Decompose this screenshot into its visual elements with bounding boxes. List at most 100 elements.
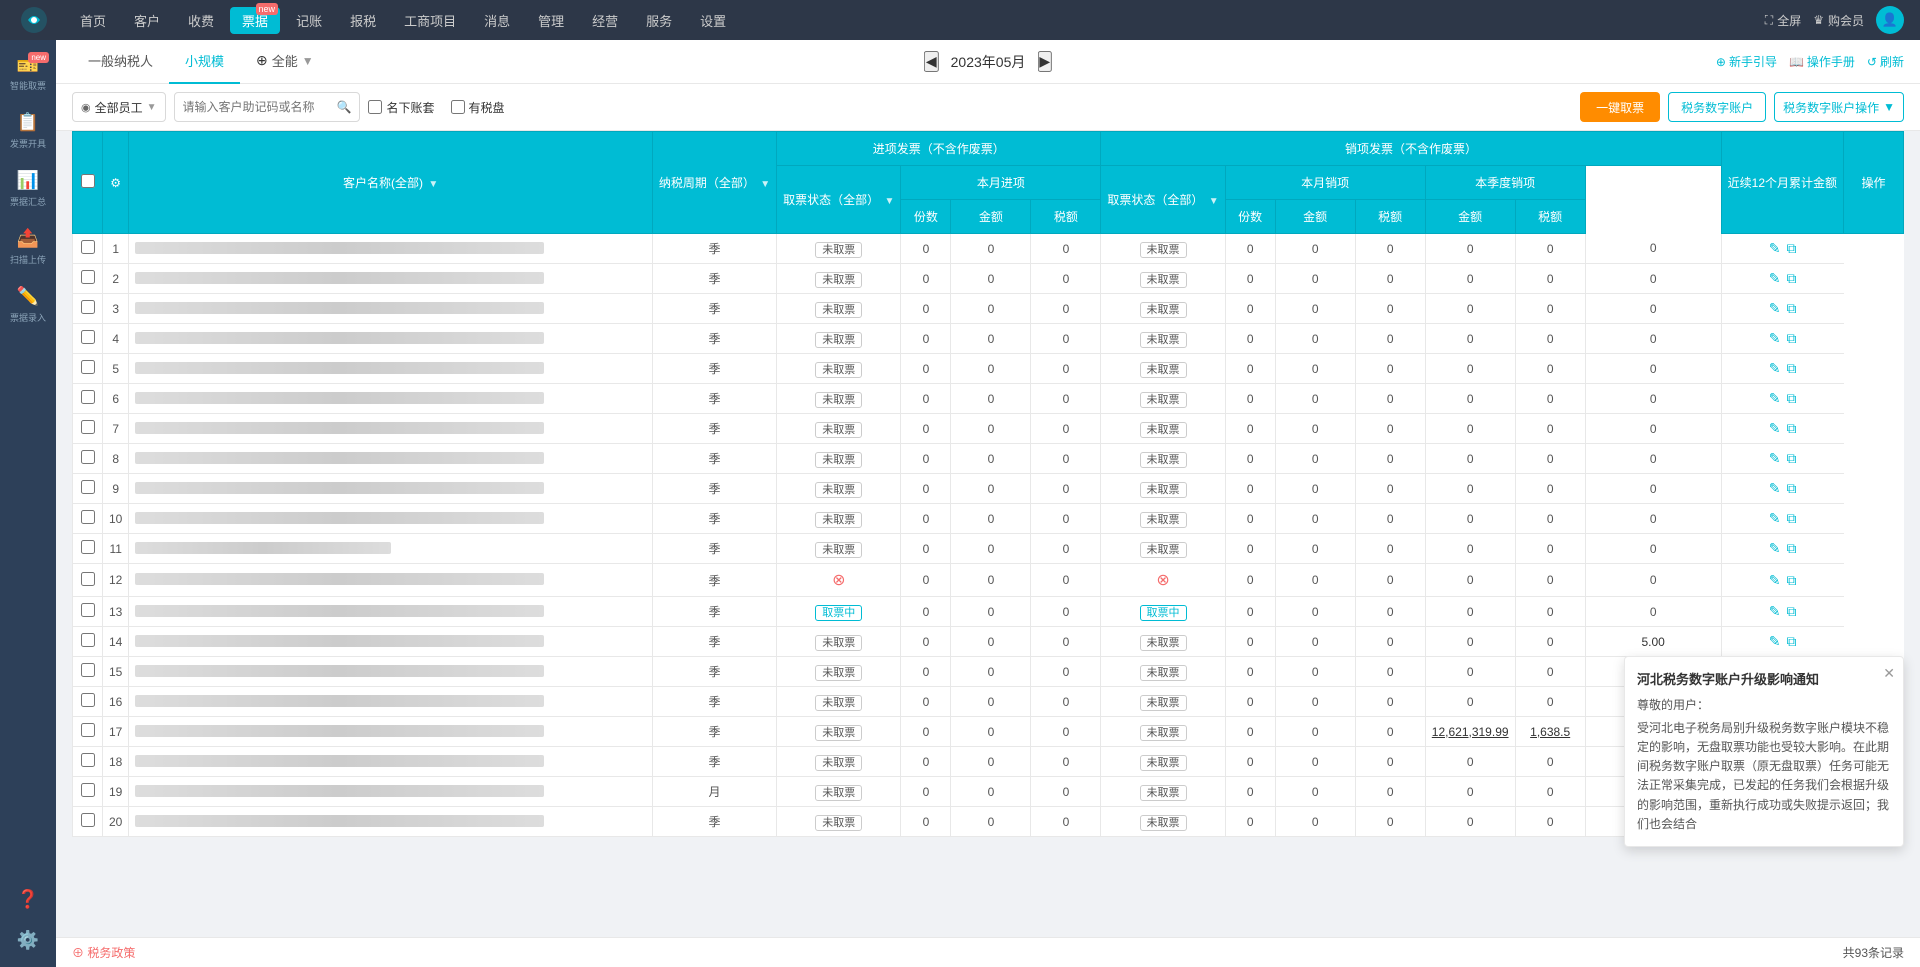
copy-icon[interactable]: ⧉ [1786, 270, 1796, 287]
row-checkbox[interactable] [81, 663, 95, 677]
row-checkbox[interactable] [81, 300, 95, 314]
notification-close-btn[interactable]: ✕ [1883, 665, 1895, 682]
member-btn[interactable]: ♛ 购会员 [1813, 12, 1864, 29]
sub-accounts-checkbox[interactable] [368, 100, 382, 114]
one-click-ticket-btn[interactable]: 一键取票 [1580, 92, 1660, 122]
th-customer-name[interactable]: 客户名称(全部) ▼ [129, 132, 653, 234]
copy-icon[interactable]: ⧉ [1786, 572, 1796, 589]
nav-tickets[interactable]: 票据 new [230, 7, 280, 34]
nav-accounting[interactable]: 记账 [284, 7, 334, 34]
edit-icon[interactable]: ✎ [1769, 510, 1781, 527]
copy-icon[interactable]: ⧉ [1786, 300, 1796, 317]
cell-checkbox[interactable] [73, 354, 103, 384]
nav-operations[interactable]: 经营 [580, 7, 630, 34]
tax-digital-account-ops-btn[interactable]: 税务数字账户操作 ▼ [1774, 92, 1904, 122]
filter-sub-accounts[interactable]: 名下账套 [368, 99, 434, 116]
employee-select[interactable]: ◉ 全部员工 ▼ [72, 92, 166, 122]
row-checkbox[interactable] [81, 480, 95, 494]
cell-checkbox[interactable] [73, 504, 103, 534]
edit-icon[interactable]: ✎ [1769, 450, 1781, 467]
cell-checkbox[interactable] [73, 384, 103, 414]
edit-icon[interactable]: ✎ [1769, 420, 1781, 437]
copy-icon[interactable]: ⧉ [1786, 633, 1796, 650]
cell-checkbox[interactable] [73, 597, 103, 627]
row-checkbox[interactable] [81, 693, 95, 707]
copy-icon[interactable]: ⧉ [1786, 420, 1796, 437]
user-avatar[interactable]: 👤 [1876, 6, 1904, 34]
edit-icon[interactable]: ✎ [1769, 633, 1781, 650]
th-out-status[interactable]: 取票状态（全部） ▼ [1101, 166, 1225, 234]
cell-checkbox[interactable] [73, 444, 103, 474]
row-checkbox[interactable] [81, 572, 95, 586]
nav-fees[interactable]: 收费 [176, 7, 226, 34]
row-checkbox[interactable] [81, 603, 95, 617]
edit-icon[interactable]: ✎ [1769, 480, 1781, 497]
nav-customers[interactable]: 客户 [122, 7, 172, 34]
cell-checkbox[interactable] [73, 807, 103, 837]
edit-icon[interactable]: ✎ [1769, 390, 1781, 407]
edit-icon[interactable]: ✎ [1769, 240, 1781, 257]
cell-checkbox[interactable] [73, 717, 103, 747]
row-checkbox[interactable] [81, 240, 95, 254]
select-all-checkbox[interactable] [81, 174, 95, 188]
row-checkbox[interactable] [81, 540, 95, 554]
tab-general-taxpayer[interactable]: 一般纳税人 [72, 40, 169, 84]
row-checkbox[interactable] [81, 753, 95, 767]
cell-checkbox[interactable] [73, 564, 103, 597]
tax-digital-account-btn[interactable]: 税务数字账户 [1668, 92, 1766, 122]
next-date-btn[interactable]: ▶ [1037, 51, 1052, 72]
copy-icon[interactable]: ⧉ [1786, 240, 1796, 257]
copy-icon[interactable]: ⧉ [1786, 510, 1796, 527]
prev-date-btn[interactable]: ◀ [924, 51, 939, 72]
manual-btn[interactable]: 📖 操作手册 [1789, 53, 1855, 70]
nav-message[interactable]: 消息 [472, 7, 522, 34]
cell-checkbox[interactable] [73, 777, 103, 807]
search-input[interactable] [183, 100, 333, 114]
row-checkbox[interactable] [81, 330, 95, 344]
row-checkbox[interactable] [81, 420, 95, 434]
row-checkbox[interactable] [81, 390, 95, 404]
cell-checkbox[interactable] [73, 657, 103, 687]
row-checkbox[interactable] [81, 360, 95, 374]
copy-icon[interactable]: ⧉ [1786, 360, 1796, 377]
sidebar-item-invoice-summary[interactable]: 📊 票据汇总 [3, 162, 53, 216]
tax-disk-checkbox[interactable] [451, 100, 465, 114]
cell-checkbox[interactable] [73, 324, 103, 354]
copy-icon[interactable]: ⧉ [1786, 450, 1796, 467]
cell-checkbox[interactable] [73, 687, 103, 717]
row-checkbox[interactable] [81, 783, 95, 797]
edit-icon[interactable]: ✎ [1769, 360, 1781, 377]
cell-checkbox[interactable] [73, 294, 103, 324]
tax-policy-btn[interactable]: ⊕ 税务政策 [72, 944, 135, 961]
copy-icon[interactable]: ⧉ [1786, 540, 1796, 557]
edit-icon[interactable]: ✎ [1769, 540, 1781, 557]
copy-icon[interactable]: ⧉ [1786, 480, 1796, 497]
edit-icon[interactable]: ✎ [1769, 330, 1781, 347]
nav-home[interactable]: 首页 [68, 7, 118, 34]
filter-tax-disk[interactable]: 有税盘 [451, 99, 505, 116]
sidebar-item-smart-ticket[interactable]: 🎫 new 智能取票 [3, 48, 53, 100]
nav-manage[interactable]: 管理 [526, 7, 576, 34]
cell-checkbox[interactable] [73, 534, 103, 564]
sidebar-item-scan-upload[interactable]: 📤 扫描上传 [3, 220, 53, 274]
sidebar-item-help[interactable]: ❓ [3, 881, 53, 918]
fullscreen-btn[interactable]: ⛶ 全屏 [1765, 12, 1801, 29]
edit-icon[interactable]: ✎ [1769, 603, 1781, 620]
cell-checkbox[interactable] [73, 264, 103, 294]
th-in-status[interactable]: 取票状态（全部） ▼ [777, 166, 901, 234]
row-checkbox[interactable] [81, 450, 95, 464]
nav-service[interactable]: 服务 [634, 7, 684, 34]
row-checkbox[interactable] [81, 813, 95, 827]
row-checkbox[interactable] [81, 270, 95, 284]
cell-checkbox[interactable] [73, 474, 103, 504]
copy-icon[interactable]: ⧉ [1786, 390, 1796, 407]
row-checkbox[interactable] [81, 510, 95, 524]
sidebar-item-invoice-open[interactable]: 📋 发票开具 [3, 104, 53, 158]
tab-all-in-one[interactable]: ⊕ 全能 ▼ [240, 40, 330, 84]
row-checkbox[interactable] [81, 723, 95, 737]
cell-checkbox[interactable] [73, 747, 103, 777]
sidebar-item-settings[interactable]: ⚙️ [3, 922, 53, 959]
edit-icon[interactable]: ✎ [1769, 270, 1781, 287]
th-tax-period[interactable]: 纳税周期（全部） ▼ [652, 132, 776, 234]
sidebar-item-invoice-entry[interactable]: ✏️ 票据录入 [3, 278, 53, 332]
